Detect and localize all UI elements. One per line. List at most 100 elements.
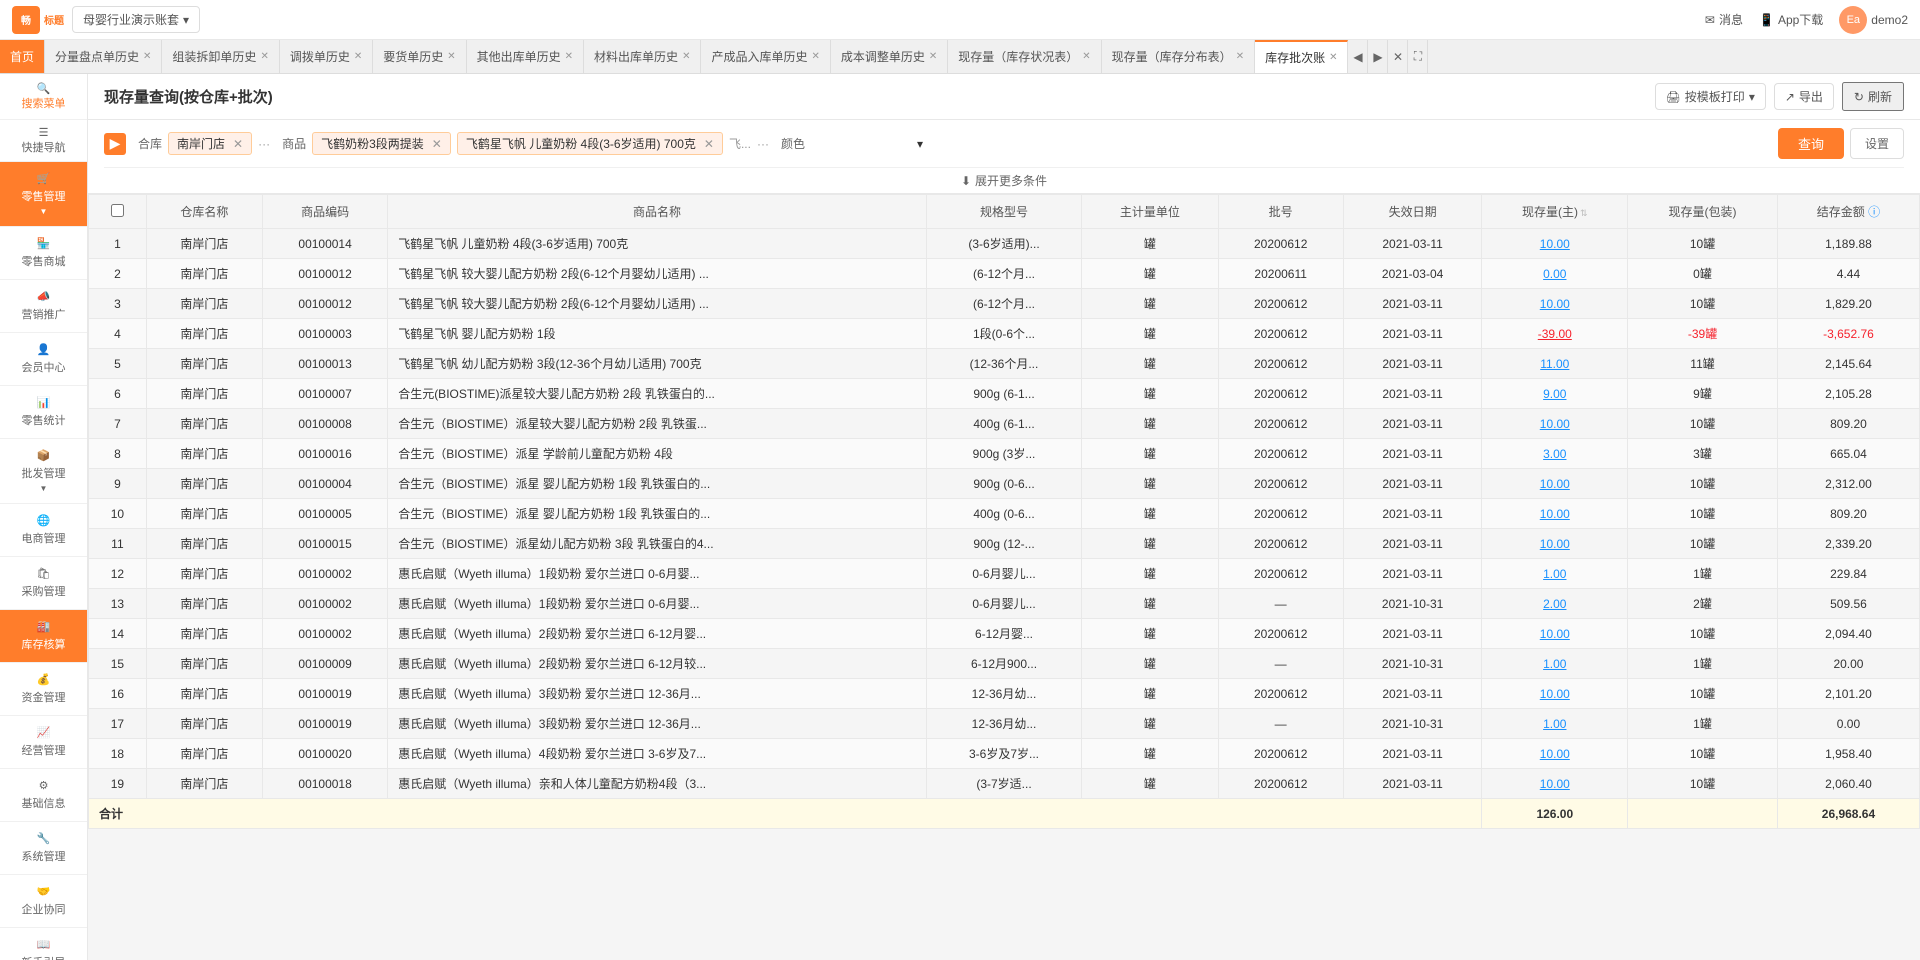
sidebar-item-purchase[interactable]: 🛍 采购管理 [0, 557, 87, 610]
qty-main-link[interactable]: 10.00 [1540, 777, 1570, 791]
sidebar-item-ecommerce[interactable]: 🌐 电商管理 [0, 504, 87, 557]
tab-close-7[interactable]: ✕ [811, 51, 819, 62]
qty-main-link[interactable]: 1.00 [1543, 567, 1566, 581]
table-row: 5南岸门店00100013飞鹤星飞帆 幼儿配方奶粉 3段(12-36个月幼儿适用… [89, 349, 1920, 379]
sidebar-item-operations[interactable]: 📈 经营管理 [0, 716, 87, 769]
tab-close-10[interactable]: ✕ [1236, 51, 1244, 62]
sidebar-item-collab[interactable]: 🤝 企业协同 [0, 875, 87, 928]
action-btns: 查询 设置 [1778, 128, 1904, 159]
sidebar-search[interactable]: 🔍 搜索菜单 [0, 74, 87, 120]
qty-main-link[interactable]: 10.00 [1540, 507, 1570, 521]
org-selector[interactable]: 母婴行业演示账套 ▾ [72, 6, 200, 33]
qty-main-link[interactable]: 10.00 [1540, 537, 1570, 551]
sidebar-item-marketing[interactable]: 📣 营销推广 [0, 280, 87, 333]
footer-row: 合计 126.00 26,968.64 [89, 799, 1920, 829]
tab-close-1[interactable]: ✕ [143, 51, 151, 62]
info-icon[interactable]: ⓘ [1868, 205, 1880, 219]
cell-balance: 509.56 [1777, 589, 1919, 619]
select-all-checkbox[interactable] [111, 204, 124, 217]
tab-close-3[interactable]: ✕ [354, 51, 362, 62]
sidebar-item-retail-stats[interactable]: 📊 零售统计 [0, 386, 87, 439]
warehouse-tag-remove[interactable]: ✕ [233, 137, 243, 151]
sort-qty-main[interactable]: ⇅ [1580, 208, 1588, 218]
qty-main-link[interactable]: -39.00 [1538, 327, 1572, 341]
tab-3[interactable]: 调拨单历史 ✕ [280, 40, 373, 74]
sidebar-item-retail[interactable]: 🛒 零售管理 ▼ [0, 162, 87, 227]
expand-filter-btn[interactable]: ▶ [104, 133, 126, 155]
sidebar-item-finance[interactable]: 💰 资金管理 [0, 663, 87, 716]
qty-main-link[interactable]: 10.00 [1540, 687, 1570, 701]
print-btn[interactable]: 🖨 按模板打印 ▾ [1655, 83, 1766, 110]
tab-5[interactable]: 其他出库单历史 ✕ [467, 40, 584, 74]
tab-7[interactable]: 产成品入库单历史 ✕ [701, 40, 830, 74]
tab-close-11[interactable]: ✕ [1329, 52, 1337, 63]
cell-balance: 2,145.64 [1777, 349, 1919, 379]
cell-qty-main: 10.00 [1482, 469, 1628, 499]
tab-4[interactable]: 要货单历史 ✕ [373, 40, 466, 74]
col-spec: 规格型号 [926, 195, 1081, 229]
cell-balance: 809.20 [1777, 499, 1919, 529]
setting-btn[interactable]: 设置 [1850, 128, 1904, 159]
qty-main-link[interactable]: 10.00 [1540, 237, 1570, 251]
sidebar-item-guide[interactable]: 📖 新手引导 [0, 928, 87, 960]
refresh-btn[interactable]: ↻ 刷新 [1842, 82, 1904, 111]
expand-conditions-btn[interactable]: ⬇ 展开更多条件 [961, 172, 1047, 189]
cell-warehouse: 南岸门店 [146, 379, 262, 409]
cell-warehouse: 南岸门店 [146, 289, 262, 319]
cell-unit: 罐 [1082, 319, 1218, 349]
user-avatar[interactable]: Ea demo2 [1839, 6, 1908, 34]
cell-unit: 罐 [1082, 259, 1218, 289]
product-tag-2-remove[interactable]: ✕ [704, 137, 714, 151]
tab-close-6[interactable]: ✕ [682, 51, 690, 62]
table-row: 1南岸门店00100014飞鹤星飞帆 儿童奶粉 4段(3-6岁适用) 700克(… [89, 229, 1920, 259]
app-download-btn[interactable]: 📱 App下载 [1759, 11, 1823, 28]
tab-close-5[interactable]: ✕ [565, 51, 573, 62]
tab-prev-arrow[interactable]: ◀ [1348, 40, 1368, 74]
logo: 畅 标题 [12, 6, 64, 34]
tab-2[interactable]: 组装拆卸单历史 ✕ [162, 40, 279, 74]
tab-9[interactable]: 现存量（库存状况表） ✕ [948, 40, 1101, 74]
sidebar-item-retail-shop[interactable]: 🏪 零售商城 [0, 227, 87, 280]
sidebar-item-member[interactable]: 👤 会员中心 [0, 333, 87, 386]
tab-10[interactable]: 现存量（库存分布表） ✕ [1102, 40, 1255, 74]
cell-qty-main: 1.00 [1482, 709, 1628, 739]
qty-main-link[interactable]: 10.00 [1540, 747, 1570, 761]
qty-main-link[interactable]: 2.00 [1543, 597, 1566, 611]
product-tag-1-remove[interactable]: ✕ [432, 137, 442, 151]
tab-home[interactable]: 首页 [0, 40, 45, 74]
tab-close-all[interactable]: ✕ [1388, 40, 1408, 74]
tab-next-arrow[interactable]: ▶ [1368, 40, 1388, 74]
qty-main-link[interactable]: 9.00 [1543, 387, 1566, 401]
qty-main-link[interactable]: 10.00 [1540, 477, 1570, 491]
sidebar-item-wholesale[interactable]: 📦 批发管理 ▼ [0, 439, 87, 504]
tab-close-9[interactable]: ✕ [1082, 51, 1090, 62]
cell-batch: 20200611 [1218, 259, 1343, 289]
qty-main-link[interactable]: 0.00 [1543, 267, 1566, 281]
tab-close-2[interactable]: ✕ [260, 51, 268, 62]
qty-main-link[interactable]: 10.00 [1540, 417, 1570, 431]
tab-close-8[interactable]: ✕ [929, 51, 937, 62]
qty-main-link[interactable]: 1.00 [1543, 657, 1566, 671]
qty-main-link[interactable]: 1.00 [1543, 717, 1566, 731]
qty-main-link[interactable]: 11.00 [1540, 357, 1569, 371]
qty-main-link[interactable]: 3.00 [1543, 447, 1566, 461]
tab-close-4[interactable]: ✕ [447, 51, 455, 62]
qty-main-link[interactable]: 10.00 [1540, 297, 1570, 311]
tab-1[interactable]: 分量盘点单历史 ✕ [45, 40, 162, 74]
sidebar-item-system[interactable]: 🔧 系统管理 [0, 822, 87, 875]
tab-6[interactable]: 材料出库单历史 ✕ [584, 40, 701, 74]
sidebar-quicknav[interactable]: ☰ 快捷导航 [0, 120, 87, 162]
cell-qty-main: 10.00 [1482, 229, 1628, 259]
sidebar-item-basic[interactable]: ⚙ 基础信息 [0, 769, 87, 822]
tab-maximize[interactable]: ⛶ [1408, 40, 1428, 74]
download-icon: 📱 [1759, 13, 1774, 27]
message-btn[interactable]: ✉ 消息 [1705, 11, 1743, 28]
message-icon: ✉ [1705, 13, 1715, 27]
query-btn[interactable]: 查询 [1778, 128, 1844, 159]
export-btn[interactable]: ↗ 导出 [1774, 83, 1834, 110]
qty-main-link[interactable]: 10.00 [1540, 627, 1570, 641]
tab-8[interactable]: 成本调整单历史 ✕ [831, 40, 948, 74]
cell-qty-pkg: 10罐 [1628, 229, 1778, 259]
tab-11[interactable]: 库存批次账 ✕ [1255, 40, 1348, 74]
sidebar-item-inventory[interactable]: 🏭 库存核算 [0, 610, 87, 663]
